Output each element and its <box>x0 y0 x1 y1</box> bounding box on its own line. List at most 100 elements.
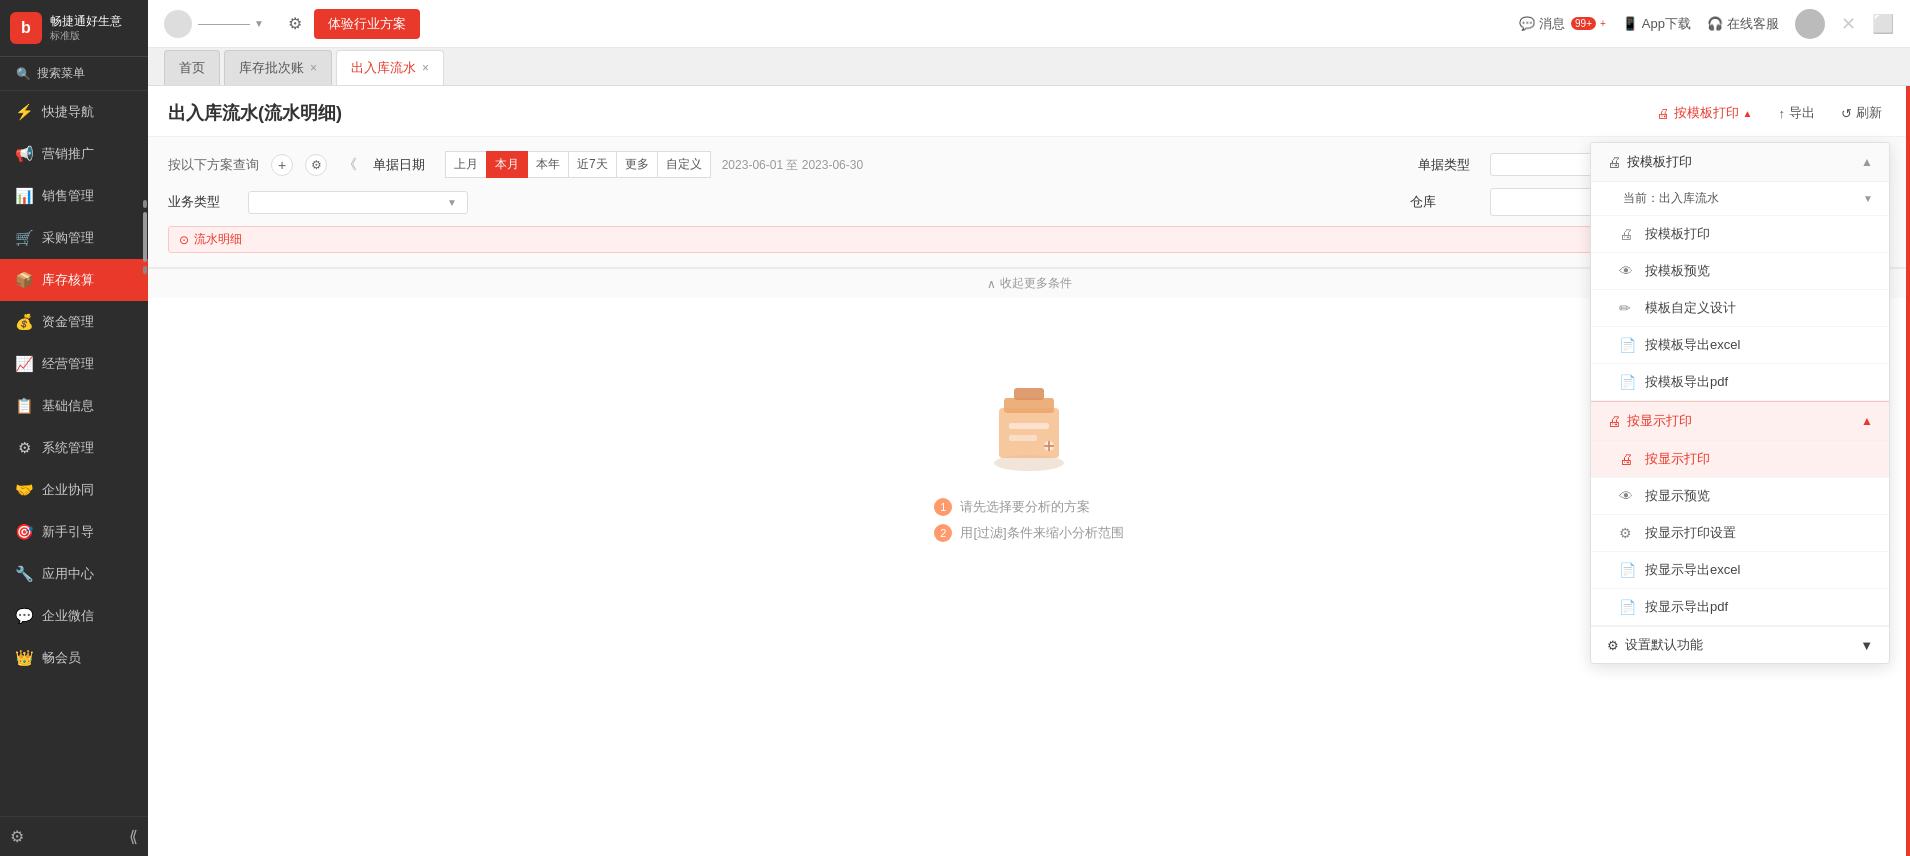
filter-setting-button[interactable]: ⚙ <box>305 154 327 176</box>
current-item-arrow: ▼ <box>1863 193 1873 204</box>
date-filter-current-year[interactable]: 本年 <box>527 151 569 178</box>
template-preview-icon: 👁 <box>1619 263 1637 279</box>
template-pdf-item[interactable]: 📄 按模板导出pdf <box>1591 364 1889 401</box>
warehouse-label: 仓库 <box>1410 193 1470 211</box>
filter-add-button[interactable]: + <box>271 154 293 176</box>
print-dropdown-arrow: ▲ <box>1743 108 1753 119</box>
page-header: 出入库流水(流水明细) 🖨 按模板打印 ▲ ↑ 导出 ↺ 刷新 <box>148 86 1910 137</box>
topbar-right: 💬 消息 99+ + 📱 App下载 🎧 在线客服 ✕ ⬜ <box>1519 9 1894 39</box>
sidebar-item-quick-nav[interactable]: ⚡ 快捷导航 <box>0 91 148 133</box>
refresh-icon: ↺ <box>1841 106 1852 121</box>
template-excel-item[interactable]: 📄 按模板导出excel <box>1591 327 1889 364</box>
search-menu-item[interactable]: 🔍 搜索菜单 <box>0 57 148 91</box>
date-range-display: 2023-06-01 至 2023-06-30 <box>722 155 863 174</box>
template-current-item[interactable]: 当前：出入库流水 ▼ <box>1591 182 1889 216</box>
tab-inventory-flow-close[interactable]: × <box>422 61 429 75</box>
display-excel-item[interactable]: 📄 按显示导出excel <box>1591 552 1889 589</box>
collapse-label: 收起更多条件 <box>1000 275 1072 292</box>
date-filter-7days[interactable]: 近7天 <box>568 151 617 178</box>
sidebar-item-finance[interactable]: 💰 资金管理 <box>0 301 148 343</box>
sidebar-item-wechat[interactable]: 💬 企业微信 <box>0 595 148 637</box>
trial-button[interactable]: 体验行业方案 <box>314 9 420 39</box>
sidebar-item-app-center[interactable]: 🔧 应用中心 <box>0 553 148 595</box>
topbar: ———— ▼ ⚙ 体验行业方案 💬 消息 99+ + 📱 App下载 🎧 在线客… <box>148 0 1910 48</box>
display-preview-item[interactable]: 👁 按显示预览 <box>1591 478 1889 515</box>
footer-arrow: ▼ <box>1860 638 1873 653</box>
user-avatar-top-area[interactable] <box>1795 9 1825 39</box>
collapse-sidebar-icon[interactable]: ⟪ <box>129 827 138 846</box>
sidebar-item-collab[interactable]: 🤝 企业协同 <box>0 469 148 511</box>
print-template-btn[interactable]: 🖨 按模板打印 ▲ <box>1649 100 1761 126</box>
close-window-icon[interactable]: ✕ <box>1841 13 1856 35</box>
display-print-icon: 🖨 <box>1619 451 1637 467</box>
topbar-gear-icon[interactable]: ⚙ <box>288 14 302 33</box>
sidebar-nav: ⚡ 快捷导航 📢 营销推广 📊 销售管理 🛒 采购管理 📦 库存核算 💰 资金管… <box>0 91 148 816</box>
svg-rect-5 <box>1009 435 1037 441</box>
tab-batch-account-close[interactable]: × <box>310 61 317 75</box>
refresh-btn[interactable]: ↺ 刷新 <box>1833 100 1890 126</box>
user-dropdown-arrow: ▼ <box>254 18 264 29</box>
settings-bottom-icon[interactable]: ⚙ <box>10 827 24 846</box>
step-num-1: 1 <box>934 498 952 516</box>
display-pdf-icon: 📄 <box>1619 599 1637 615</box>
message-item[interactable]: 💬 消息 99+ + <box>1519 15 1606 33</box>
sidebar-item-basic-info[interactable]: 📋 基础信息 <box>0 385 148 427</box>
svg-rect-4 <box>1009 423 1049 429</box>
display-print-header[interactable]: 🖨 按显示打印 ▲ <box>1591 401 1889 441</box>
inventory-icon: 📦 <box>14 270 34 290</box>
display-setting-item[interactable]: ⚙ 按显示打印设置 <box>1591 515 1889 552</box>
date-filter-last-month[interactable]: 上月 <box>445 151 487 178</box>
message-plus-icon: + <box>1600 18 1606 29</box>
sidebar-item-sales[interactable]: 📊 销售管理 <box>0 175 148 217</box>
tab-home[interactable]: 首页 <box>164 50 220 85</box>
sidebar-item-guide[interactable]: 🎯 新手引导 <box>0 511 148 553</box>
user-avatar-top <box>1795 9 1825 39</box>
date-filter-more[interactable]: 更多 <box>616 151 658 178</box>
sidebar-item-operations[interactable]: 📈 经营管理 <box>0 343 148 385</box>
type-label: 单据类型 <box>1418 156 1478 174</box>
display-preview-icon: 👁 <box>1619 488 1637 504</box>
filter-collapse-button[interactable]: 《 <box>339 154 361 176</box>
display-header-icon: 🖨 <box>1607 413 1621 429</box>
sidebar-item-marketing[interactable]: 📢 营销推广 <box>0 133 148 175</box>
template-preview-item[interactable]: 👁 按模板预览 <box>1591 253 1889 290</box>
tab-batch-account[interactable]: 库存批次账 × <box>224 50 332 85</box>
template-pdf-icon: 📄 <box>1619 374 1637 390</box>
tabs-bar: 首页 库存批次账 × 出入库流水 × <box>148 48 1910 86</box>
sidebar-item-purchase[interactable]: 🛒 采购管理 <box>0 217 148 259</box>
filter-chip-icon: ⊙ <box>179 233 189 247</box>
date-filter-custom[interactable]: 自定义 <box>657 151 711 178</box>
sidebar-item-member[interactable]: 👑 畅会员 <box>0 637 148 679</box>
step-num-2: 2 <box>934 524 952 542</box>
filter-label: 按以下方案查询 <box>168 156 259 174</box>
marketing-icon: 📢 <box>14 144 34 164</box>
date-filter-current-month[interactable]: 本月 <box>486 151 528 178</box>
purchase-icon: 🛒 <box>14 228 34 248</box>
resize-handle[interactable] <box>1906 86 1910 856</box>
sidebar-item-inventory[interactable]: 📦 库存核算 <box>0 259 148 301</box>
display-header-arrow: ▲ <box>1861 414 1873 428</box>
app-download-item[interactable]: 📱 App下载 <box>1622 15 1691 33</box>
date-range-text: 2023-06-01 至 2023-06-30 <box>722 157 863 174</box>
business-type-select[interactable]: ▼ <box>248 191 468 214</box>
template-print-header[interactable]: 🖨 按模板打印 ▲ <box>1591 143 1889 182</box>
template-print-icon: 🖨 <box>1619 226 1637 242</box>
user-area[interactable]: ———— ▼ <box>164 10 264 38</box>
template-header-arrow: ▲ <box>1861 155 1873 169</box>
empty-step-2: 2 用[过滤]条件来缩小分析范围 <box>934 524 1123 542</box>
expand-window-icon[interactable]: ⬜ <box>1872 13 1894 35</box>
template-print-item[interactable]: 🖨 按模板打印 <box>1591 216 1889 253</box>
template-design-item[interactable]: ✏ 模板自定义设计 <box>1591 290 1889 327</box>
empty-step-1: 1 请先选择要分析的方案 <box>934 498 1123 516</box>
filter-chip-label: 流水明细 <box>194 231 242 248</box>
display-print-item[interactable]: 🖨 按显示打印 <box>1591 441 1889 478</box>
export-btn[interactable]: ↑ 导出 <box>1771 100 1824 126</box>
display-excel-icon: 📄 <box>1619 562 1637 578</box>
topbar-left: ———— ▼ ⚙ 体验行业方案 <box>164 9 1519 39</box>
online-service-item[interactable]: 🎧 在线客服 <box>1707 15 1779 33</box>
display-pdf-item[interactable]: 📄 按显示导出pdf <box>1591 589 1889 626</box>
tab-inventory-flow[interactable]: 出入库流水 × <box>336 50 444 85</box>
sidebar-item-system[interactable]: ⚙ 系统管理 <box>0 427 148 469</box>
dropdown-footer[interactable]: ⚙ 设置默认功能 ▼ <box>1591 626 1889 663</box>
logo-text: 畅捷通好生意 标准版 <box>50 14 122 43</box>
